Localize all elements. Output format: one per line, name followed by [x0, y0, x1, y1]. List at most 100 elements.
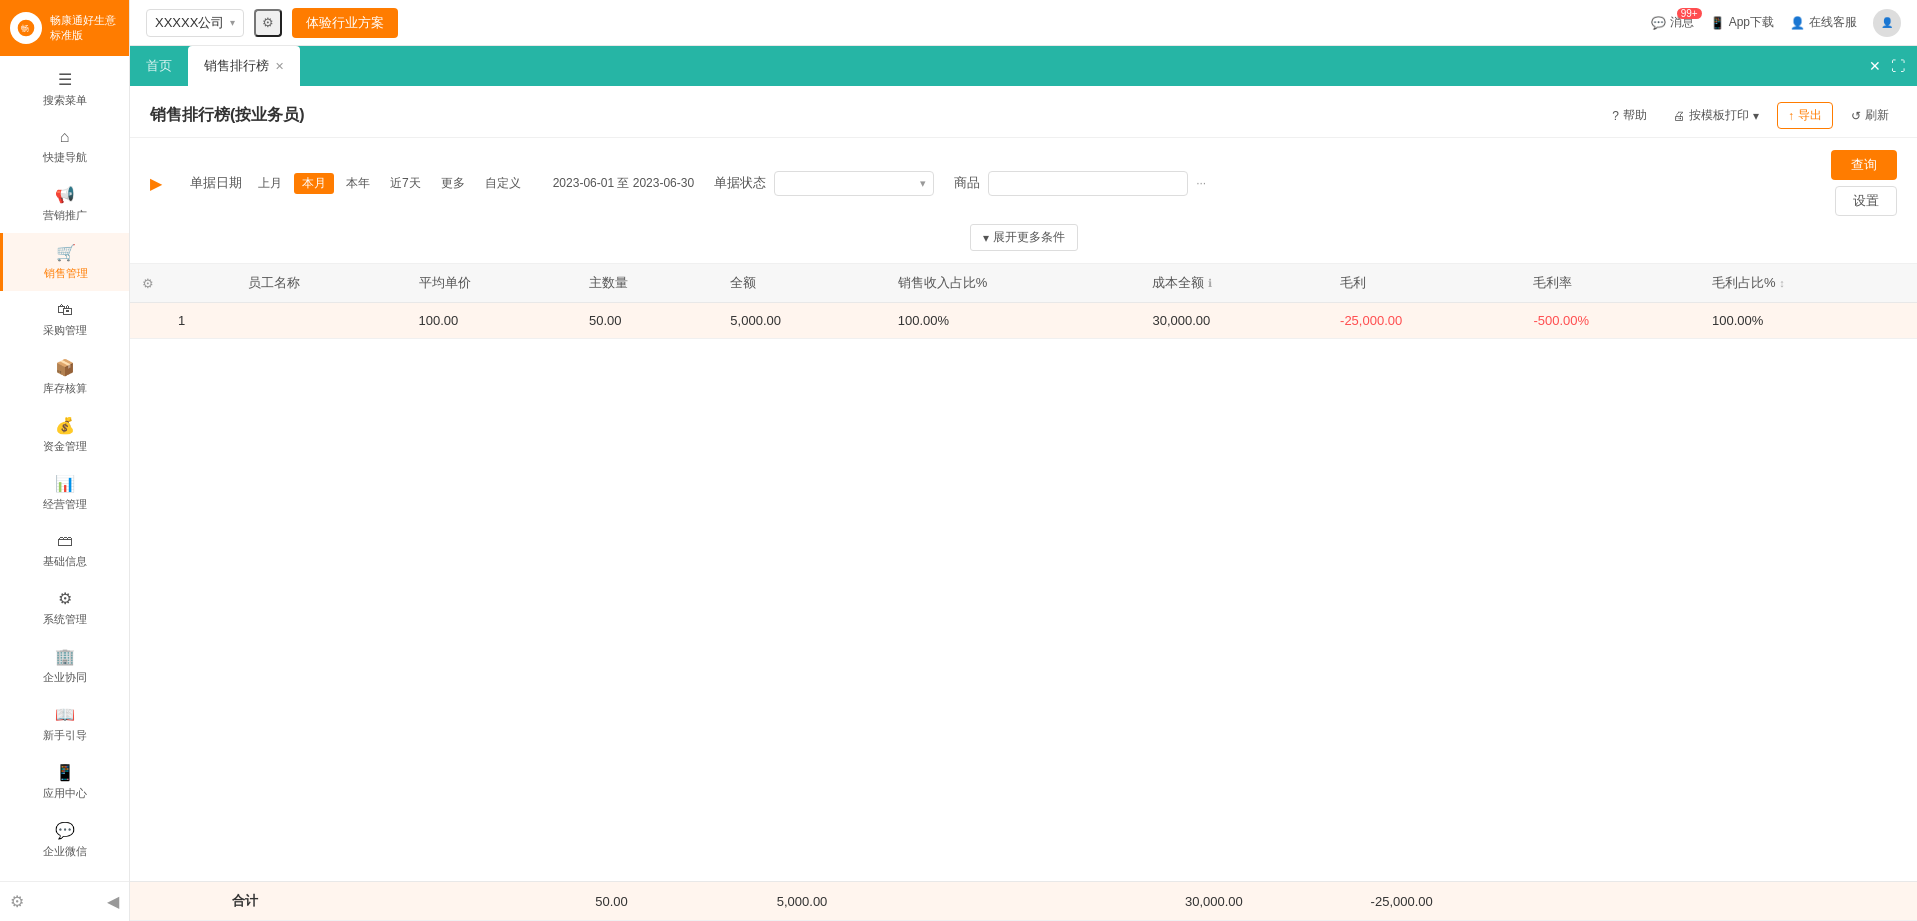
- cell-profit-pct: 100.00%: [1700, 303, 1917, 339]
- brand-text: 畅康通好生意 标准版: [50, 13, 116, 44]
- system-icon: ⚙: [58, 589, 72, 608]
- member-icon: V: [60, 879, 69, 881]
- setting-button[interactable]: 设置: [1835, 186, 1897, 216]
- tab-maximize-icon[interactable]: ⛶: [1891, 58, 1905, 74]
- svg-text:畅: 畅: [21, 23, 29, 33]
- sidebar-item-quick-nav[interactable]: ⌂ 快捷导航: [0, 118, 129, 175]
- message-button[interactable]: 💬 消息 99+: [1651, 14, 1694, 31]
- page-content: 销售排行榜(按业务员) ? 帮助 🖨 按模板打印 ▾ ↑ 导出: [130, 86, 1917, 921]
- print-button[interactable]: 🖨 按模板打印 ▾: [1665, 103, 1767, 128]
- tab-home[interactable]: 首页: [130, 46, 188, 86]
- page-actions: ? 帮助 🖨 按模板打印 ▾ ↑ 导出 ↺ 刷新: [1604, 102, 1897, 129]
- sidebar-item-label: 系统管理: [43, 612, 87, 627]
- tab-close-icon[interactable]: ✕: [275, 60, 284, 73]
- help-button[interactable]: ? 帮助: [1604, 103, 1655, 128]
- query-button[interactable]: 查询: [1831, 150, 1897, 180]
- app-label: App下载: [1729, 14, 1774, 31]
- tab-sales-rank[interactable]: 销售排行榜 ✕: [188, 46, 300, 86]
- page-header: 销售排行榜(按业务员) ? 帮助 🖨 按模板打印 ▾ ↑ 导出: [130, 86, 1917, 138]
- date-opt-this-year[interactable]: 本年: [338, 173, 378, 194]
- status-select-wrapper: [774, 171, 934, 196]
- footer-amount: 5,000.00: [765, 882, 946, 921]
- search-menu-icon: ☰: [58, 70, 72, 89]
- sidebar-item-app-center[interactable]: 📱 应用中心: [0, 753, 129, 811]
- filter-row-1: ▶ 单据日期 上月 本月 本年 近7天 更多 自定义: [150, 150, 1897, 216]
- sidebar-item-enterprise[interactable]: 🏢 企业协同: [0, 637, 129, 695]
- th-avg-price: 平均单价: [407, 264, 577, 303]
- sidebar-item-basic-info[interactable]: 🗃 基础信息: [0, 522, 129, 579]
- export-button[interactable]: ↑ 导出: [1777, 102, 1833, 129]
- expand-conditions-button[interactable]: ▾ 展开更多条件: [970, 224, 1078, 251]
- table-footer: 合计 50.00 5,000.00 30,000.00 -25,000.00: [130, 881, 1917, 921]
- goods-more-link[interactable]: ···: [1196, 176, 1206, 190]
- date-opt-this-month[interactable]: 本月: [294, 173, 334, 194]
- footer-avg-price: [402, 882, 583, 921]
- message-icon: 💬: [1651, 16, 1666, 30]
- goods-filter-label: 商品: [954, 174, 980, 192]
- table-wrap: ⚙ 员工名称 平均单价 主数量 全额 销售收入占比% 成本全额 ℹ 毛利 毛利率…: [130, 264, 1917, 881]
- cell-cost: 30,000.00: [1140, 303, 1328, 339]
- table-settings-icon[interactable]: ⚙: [142, 276, 154, 291]
- status-select[interactable]: [774, 171, 934, 196]
- sidebar-item-label: 企业微信: [43, 844, 87, 859]
- date-range-text: 2023-06-01 至 2023-06-30: [553, 175, 694, 192]
- print-icon: 🖨: [1673, 109, 1685, 123]
- sidebar-item-label: 基础信息: [43, 554, 87, 569]
- message-badge: 99+: [1677, 8, 1702, 19]
- company-selector[interactable]: XXXXX公司 ▾: [146, 9, 244, 37]
- date-filter-label: 单据日期: [190, 174, 242, 192]
- date-opt-prev-month[interactable]: 上月: [250, 173, 290, 194]
- sidebar-item-operations[interactable]: 📊 经营管理: [0, 464, 129, 522]
- sidebar-footer: ⚙ ◀: [0, 881, 129, 921]
- footer-empty-1: [130, 882, 166, 921]
- filter-expand-icon[interactable]: ▶: [150, 174, 162, 193]
- sidebar-item-system[interactable]: ⚙ 系统管理: [0, 579, 129, 637]
- sidebar-item-wechat[interactable]: 💬 企业微信: [0, 811, 129, 869]
- sidebar-item-sales[interactable]: 🛒 销售管理: [0, 233, 129, 291]
- cell-name: [236, 303, 406, 339]
- th-profit-pct: 毛利占比% ↕: [1700, 264, 1917, 303]
- sidebar-gear-icon[interactable]: ⚙: [10, 892, 24, 911]
- tab-close-window-icon[interactable]: ✕: [1869, 58, 1881, 74]
- th-rank: [166, 264, 236, 303]
- date-opt-custom[interactable]: 自定义: [477, 173, 529, 194]
- app-download-button[interactable]: 📱 App下载: [1710, 14, 1774, 31]
- cell-settings: [130, 303, 166, 339]
- th-settings[interactable]: ⚙: [130, 264, 166, 303]
- sidebar-item-finance[interactable]: 💰 资金管理: [0, 406, 129, 464]
- goods-input[interactable]: [988, 171, 1188, 196]
- date-opt-7days[interactable]: 近7天: [382, 173, 429, 194]
- gear-icon: ⚙: [262, 15, 274, 30]
- trial-button[interactable]: 体验行业方案: [292, 8, 398, 38]
- date-opt-more[interactable]: 更多: [433, 173, 473, 194]
- online-service-button[interactable]: 👤 在线客服: [1790, 14, 1857, 31]
- footer-profit-pct: [1735, 882, 1917, 921]
- sidebar-item-member[interactable]: V 畅会员: [0, 869, 129, 881]
- sidebar-item-purchase[interactable]: 🛍 采购管理: [0, 291, 129, 348]
- refresh-button[interactable]: ↺ 刷新: [1843, 103, 1897, 128]
- sidebar-item-marketing[interactable]: 📢 营销推广: [0, 175, 129, 233]
- sidebar-item-label: 新手引导: [43, 728, 87, 743]
- table-body: 1 100.00 50.00 5,000.00 100.00% 30,000.0…: [130, 303, 1917, 339]
- help-icon: ?: [1612, 109, 1619, 123]
- company-name: XXXXX公司: [155, 14, 224, 32]
- sidebar-header: 畅 畅康通好生意 标准版: [0, 0, 129, 56]
- tabbar: 首页 销售排行榜 ✕ ✕ ⛶: [130, 46, 1917, 86]
- table-header: ⚙ 员工名称 平均单价 主数量 全额 销售收入占比% 成本全额 ℹ 毛利 毛利率…: [130, 264, 1917, 303]
- service-icon: 👤: [1790, 16, 1805, 30]
- sidebar-item-guide[interactable]: 📖 新手引导: [0, 695, 129, 753]
- sidebar-item-search[interactable]: ☰ 搜索菜单: [0, 60, 129, 118]
- footer-table: 合计 50.00 5,000.00 30,000.00 -25,000.00: [130, 882, 1917, 921]
- basic-info-icon: 🗃: [57, 532, 73, 550]
- home-tab-label: 首页: [146, 57, 172, 75]
- topbar-settings-button[interactable]: ⚙: [254, 9, 282, 37]
- logo-icon: 畅: [10, 12, 42, 44]
- avatar[interactable]: 👤: [1873, 9, 1901, 37]
- sidebar-item-inventory[interactable]: 📦 库存核算: [0, 348, 129, 406]
- cell-avg-price: 100.00: [407, 303, 577, 339]
- marketing-icon: 📢: [55, 185, 75, 204]
- wechat-icon: 💬: [55, 821, 75, 840]
- chevron-down-icon: ▾: [230, 17, 235, 28]
- footer-row: 合计 50.00 5,000.00 30,000.00 -25,000.00: [130, 882, 1917, 921]
- sidebar-collapse-icon[interactable]: ◀: [107, 892, 119, 911]
